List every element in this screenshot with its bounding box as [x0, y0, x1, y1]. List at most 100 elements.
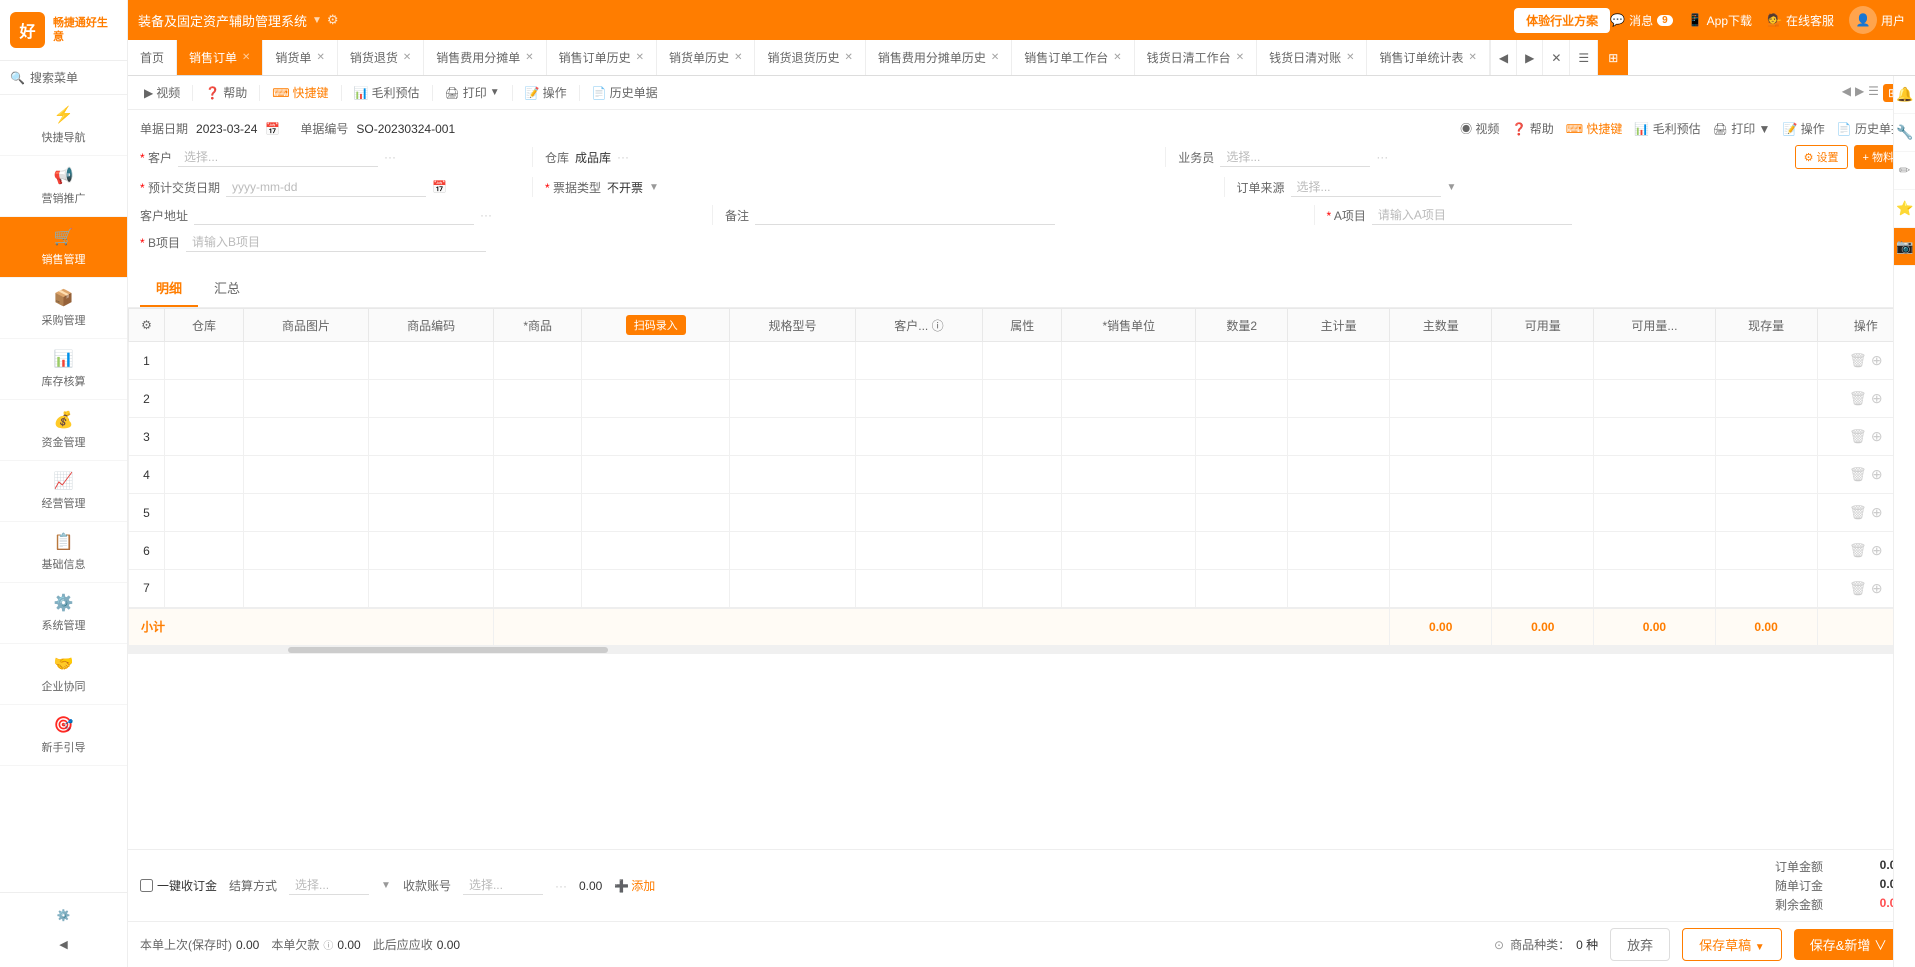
- right-panel-notification-icon[interactable]: 🔔: [1894, 76, 1915, 114]
- close-tab-icon[interactable]: ✕: [1469, 52, 1477, 63]
- memo-input[interactable]: [755, 206, 1055, 225]
- tab-invoice-history[interactable]: 销货单历史 ✕: [657, 40, 755, 75]
- invoice-dropdown-icon[interactable]: ▼: [649, 182, 659, 193]
- delete-row-icon[interactable]: 🗑: [1849, 580, 1867, 597]
- app-download-button[interactable]: 📱 App下载: [1688, 12, 1752, 29]
- right-panel-star-icon[interactable]: ⭐: [1894, 190, 1915, 228]
- industry-solution-button[interactable]: 体验行业方案: [1514, 8, 1610, 33]
- tab-fee-history[interactable]: 销售费用分摊单历史 ✕: [866, 40, 1012, 75]
- close-tab-icon[interactable]: ✕: [1113, 52, 1121, 63]
- tab-prev-btn[interactable]: ◀: [1490, 40, 1516, 75]
- sidebar-item-finance[interactable]: 💰 资金管理: [0, 400, 127, 461]
- close-tab-icon[interactable]: ✕: [403, 52, 411, 63]
- tab-expand-btn[interactable]: ⊞: [1597, 40, 1628, 75]
- payment-type-dropdown-icon[interactable]: ▼: [381, 880, 391, 891]
- tab-next-btn[interactable]: ▶: [1516, 40, 1542, 75]
- nav-prev-icon[interactable]: ◀: [1842, 84, 1851, 102]
- addr-more-icon[interactable]: ···: [480, 208, 492, 222]
- delete-row-icon[interactable]: 🗑: [1849, 390, 1867, 407]
- close-tab-icon[interactable]: ✕: [636, 52, 644, 63]
- copy-row-icon[interactable]: ⊕: [1871, 542, 1883, 559]
- toolbar-operation-btn[interactable]: 📝 操作: [521, 82, 571, 103]
- nav-next-icon[interactable]: ▶: [1855, 84, 1864, 102]
- sidebar-settings-btn[interactable]: ⚙️: [0, 901, 127, 930]
- horizontal-scrollbar[interactable]: [128, 646, 1915, 654]
- delete-row-icon[interactable]: 🗑: [1849, 352, 1867, 369]
- delivery-date-input[interactable]: [226, 178, 426, 197]
- close-tab-icon[interactable]: ✕: [991, 52, 999, 63]
- customer-input[interactable]: [178, 148, 378, 167]
- toolbar-profit-btn[interactable]: 📊 毛利预估: [350, 82, 424, 103]
- view-btn[interactable]: ◉ 视频: [1460, 120, 1499, 137]
- quick-payment-check[interactable]: [140, 879, 153, 892]
- copy-row-icon[interactable]: ⊕: [1871, 580, 1883, 597]
- receipt-account-input[interactable]: [463, 876, 543, 895]
- sidebar-item-collab[interactable]: 🤝 企业协同: [0, 644, 127, 705]
- sidebar-item-inventory[interactable]: 📊 库存核算: [0, 339, 127, 400]
- calendar-icon[interactable]: 📅: [265, 122, 280, 136]
- tab-sales-fee[interactable]: 销售费用分摊单 ✕: [424, 40, 546, 75]
- sidebar-collapse-btn[interactable]: ◀: [0, 930, 127, 959]
- account-more-icon[interactable]: ···: [555, 879, 567, 893]
- th-settings[interactable]: ⚙: [129, 309, 165, 342]
- tab-sales-order-history[interactable]: 销售订单历史 ✕: [547, 40, 657, 75]
- help-btn2[interactable]: ❓ 帮助: [1511, 120, 1553, 137]
- copy-row-icon[interactable]: ⊕: [1871, 352, 1883, 369]
- operation-btn2[interactable]: 📝 操作: [1782, 120, 1824, 137]
- add-payment-button[interactable]: ➕ 添加: [614, 877, 655, 894]
- close-tab-icon[interactable]: ✕: [525, 52, 533, 63]
- copy-row-icon[interactable]: ⊕: [1871, 504, 1883, 521]
- close-tab-icon[interactable]: ✕: [1236, 52, 1244, 63]
- tab-sales-order[interactable]: 销售订单 ✕: [177, 40, 263, 75]
- payment-type-input[interactable]: [289, 876, 369, 895]
- tab-sales-return[interactable]: 销货退货 ✕: [338, 40, 424, 75]
- salesperson-input[interactable]: [1220, 148, 1370, 167]
- sidebar-item-basic[interactable]: 📋 基础信息: [0, 522, 127, 583]
- tab-sales-invoice[interactable]: 销货单 ✕: [263, 40, 337, 75]
- tab-home[interactable]: 首页: [128, 40, 177, 75]
- close-tab-icon[interactable]: ✕: [1346, 52, 1354, 63]
- sidebar-item-system[interactable]: ⚙️ 系统管理: [0, 583, 127, 644]
- tab-menu-btn[interactable]: ☰: [1569, 40, 1597, 75]
- a-project-input[interactable]: [1372, 206, 1572, 225]
- order-source-dropdown-icon[interactable]: ▼: [1447, 182, 1457, 193]
- calendar-icon2[interactable]: 📅: [432, 180, 447, 194]
- tab-sales-stats[interactable]: 销售订单统计表 ✕: [1367, 40, 1489, 75]
- sidebar-item-guide[interactable]: 🎯 新手引导: [0, 705, 127, 766]
- copy-row-icon[interactable]: ⊕: [1871, 428, 1883, 445]
- tab-summary[interactable]: 汇总: [198, 270, 256, 307]
- customer-addr-input[interactable]: [194, 206, 474, 225]
- message-button[interactable]: 💬 消息 9: [1610, 12, 1673, 29]
- copy-row-icon[interactable]: ⊕: [1871, 390, 1883, 407]
- b-project-input[interactable]: [186, 233, 486, 252]
- shortcut-btn2[interactable]: ⌨ 快捷键: [1566, 120, 1623, 137]
- customer-more-icon[interactable]: ···: [384, 150, 396, 164]
- save-draft-button[interactable]: 保存草稿 ▼: [1682, 928, 1782, 961]
- close-tab-icon[interactable]: ✕: [316, 52, 324, 63]
- toolbar-video-btn[interactable]: ▶ 视频: [140, 82, 184, 103]
- order-source-input[interactable]: [1291, 178, 1441, 197]
- tab-cash-goods-account[interactable]: 钱货日清对账 ✕: [1257, 40, 1367, 75]
- right-panel-edit-icon[interactable]: ✏: [1894, 152, 1915, 190]
- warehouse-more-icon[interactable]: ···: [617, 150, 629, 164]
- right-panel-camera-icon[interactable]: 📷: [1894, 228, 1915, 266]
- settings-gear-icon[interactable]: ⚙: [327, 12, 339, 28]
- th-scan[interactable]: 扫码录入: [582, 309, 730, 342]
- tab-close-btn[interactable]: ✕: [1542, 40, 1569, 75]
- delete-row-icon[interactable]: 🗑: [1849, 466, 1867, 483]
- sidebar-item-marketing[interactable]: 📢 营销推广: [0, 156, 127, 217]
- tab-detail[interactable]: 明细: [140, 270, 198, 307]
- save-new-button[interactable]: 保存&新增 ∨: [1794, 929, 1903, 960]
- right-panel-tools-icon[interactable]: 🔧: [1894, 114, 1915, 152]
- copy-row-icon[interactable]: ⊕: [1871, 466, 1883, 483]
- tab-cash-goods-workbench[interactable]: 钱货日清工作台 ✕: [1135, 40, 1257, 75]
- tab-order-workbench[interactable]: 销售订单工作台 ✕: [1012, 40, 1134, 75]
- scroll-thumb[interactable]: [288, 647, 608, 653]
- toolbar-history-btn[interactable]: 📄 历史单据: [588, 82, 662, 103]
- sidebar-item-search[interactable]: 🔍 搜索菜单: [0, 61, 127, 95]
- tab-return-history[interactable]: 销货退货历史 ✕: [755, 40, 865, 75]
- close-tab-icon[interactable]: ✕: [844, 52, 852, 63]
- close-tab-icon[interactable]: ✕: [734, 52, 742, 63]
- toolbar-print-btn[interactable]: 🖨 打印 ▼: [441, 82, 504, 103]
- delete-row-icon[interactable]: 🗑: [1849, 504, 1867, 521]
